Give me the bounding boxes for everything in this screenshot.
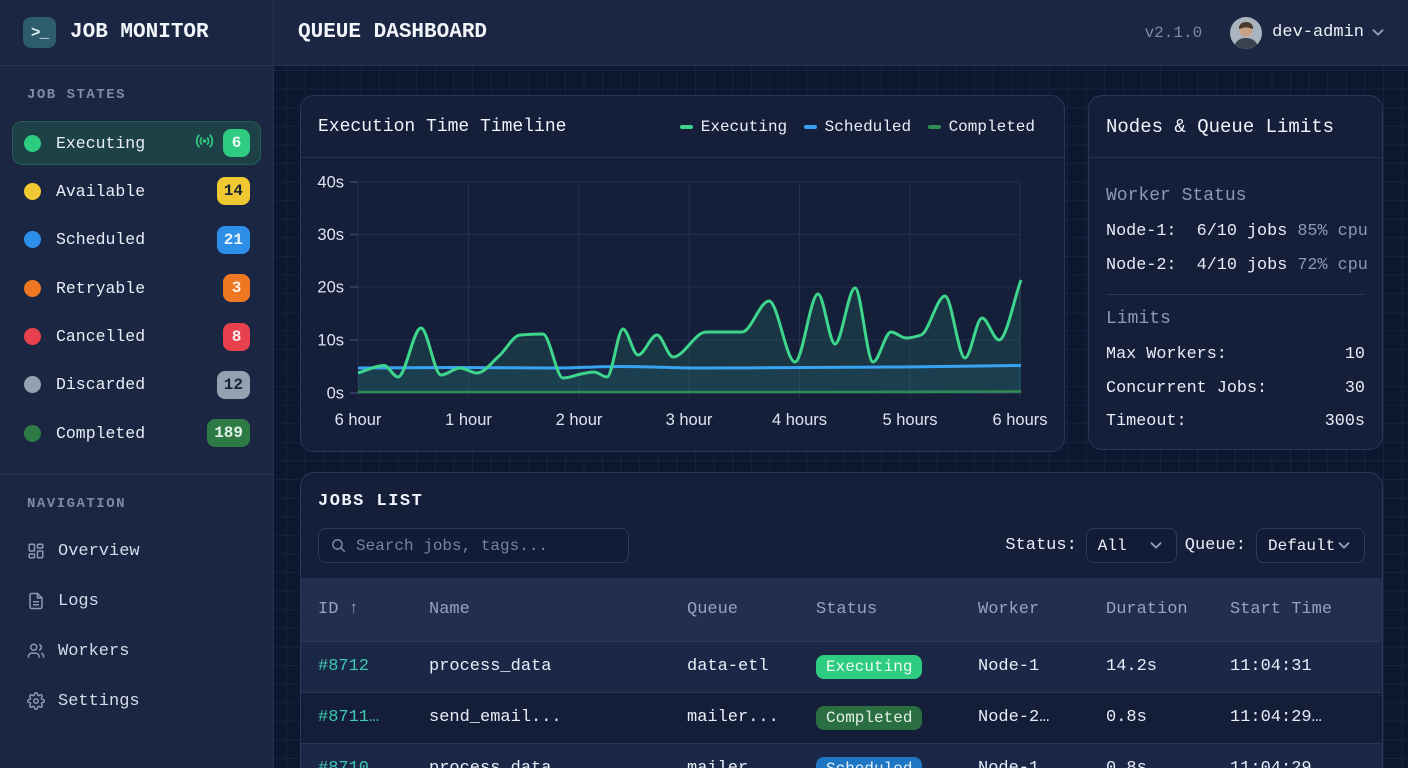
svg-text:6 hours: 6 hours bbox=[992, 411, 1047, 429]
svg-text:3 hour: 3 hour bbox=[666, 411, 713, 429]
svg-text:2 hour: 2 hour bbox=[556, 411, 603, 429]
svg-text:30s: 30s bbox=[317, 226, 344, 244]
svg-text:0s: 0s bbox=[327, 385, 344, 403]
svg-text:4 hours: 4 hours bbox=[772, 411, 827, 429]
svg-text:10s: 10s bbox=[317, 332, 344, 350]
svg-text:40s: 40s bbox=[317, 174, 344, 192]
svg-text:20s: 20s bbox=[317, 279, 344, 297]
svg-text:1 hour: 1 hour bbox=[445, 411, 492, 429]
svg-text:6 hour: 6 hour bbox=[335, 411, 382, 429]
svg-text:5 hours: 5 hours bbox=[882, 411, 937, 429]
